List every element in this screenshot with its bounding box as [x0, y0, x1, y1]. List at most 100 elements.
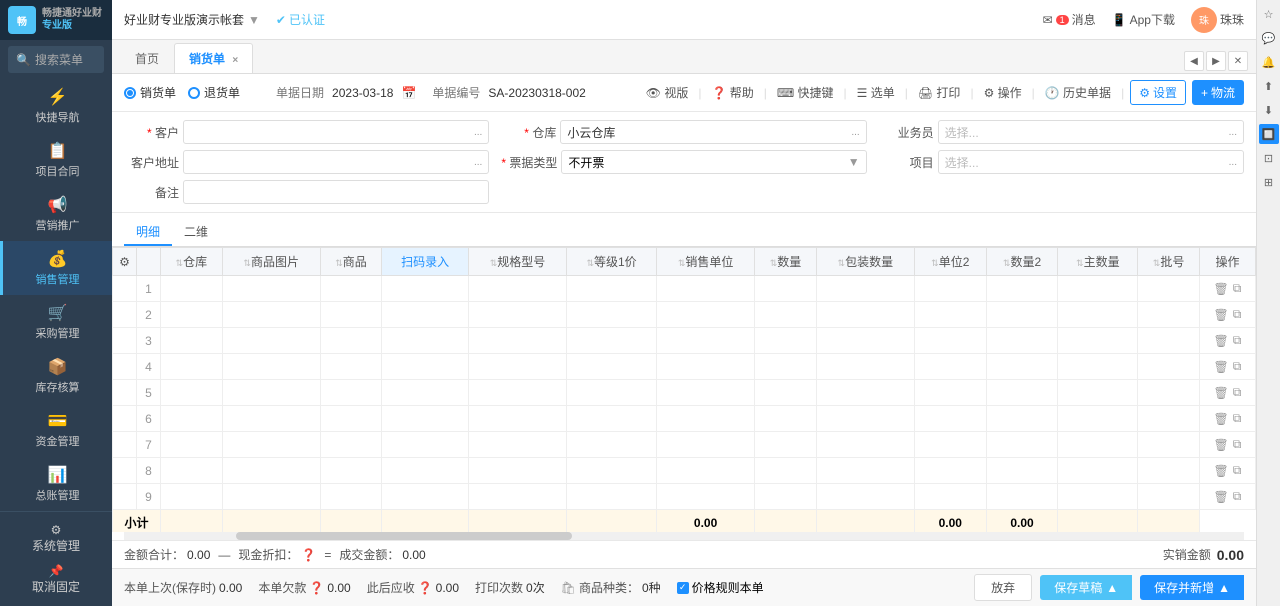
th-settings[interactable]: ⚙	[113, 248, 137, 276]
row-main-qty[interactable]	[1058, 484, 1138, 510]
customer-addr-dots-icon[interactable]: ...	[474, 157, 482, 168]
tab-close-all-button[interactable]: ✕	[1228, 51, 1248, 71]
row-main-qty[interactable]	[1058, 354, 1138, 380]
row-batch[interactable]	[1138, 432, 1200, 458]
tab-sales-order[interactable]: 销货单 ×	[174, 43, 253, 73]
row-product[interactable]	[320, 328, 382, 354]
right-panel-btn-6[interactable]: 🔲	[1259, 124, 1279, 144]
row-copy-icon[interactable]: ⧉	[1233, 359, 1242, 374]
row-batch[interactable]	[1138, 458, 1200, 484]
sidebar-item-projects[interactable]: 📋 项目合同	[0, 133, 112, 187]
row-batch-input[interactable]	[382, 406, 469, 432]
row-qty[interactable]	[755, 406, 817, 432]
row-warehouse[interactable]	[161, 354, 223, 380]
row-qty2[interactable]	[986, 328, 1058, 354]
row-batch-input[interactable]	[382, 432, 469, 458]
row-qty[interactable]	[755, 458, 817, 484]
row-batch-input[interactable]	[382, 484, 469, 510]
row-qty[interactable]	[755, 432, 817, 458]
row-product[interactable]	[320, 458, 382, 484]
row-pack-qty[interactable]	[816, 276, 914, 302]
row-qty2[interactable]	[986, 458, 1058, 484]
row-warehouse[interactable]	[161, 380, 223, 406]
row-copy-icon[interactable]: ⧉	[1233, 307, 1242, 322]
row-product[interactable]	[320, 380, 382, 406]
row-warehouse[interactable]	[161, 484, 223, 510]
row-unit2[interactable]	[914, 276, 986, 302]
row-product[interactable]	[320, 276, 382, 302]
company-selector[interactable]: 好业财专业版演示帐套 ▼	[124, 11, 260, 28]
row-qty[interactable]	[755, 484, 817, 510]
row-qty2[interactable]	[986, 432, 1058, 458]
invoice-select[interactable]: 不开票 ▼	[561, 150, 866, 174]
row-qty2[interactable]	[986, 380, 1058, 406]
toolbar-help-button[interactable]: ❓ 帮助	[707, 82, 757, 103]
row-pack-qty[interactable]	[816, 458, 914, 484]
row-delete-icon[interactable]: 🗑	[1214, 490, 1229, 504]
row-grade-price[interactable]	[567, 302, 657, 328]
row-product[interactable]	[320, 484, 382, 510]
add-logistics-button[interactable]: + 物流	[1192, 80, 1244, 105]
toolbar-shortcut-button[interactable]: ⌨ 快捷键	[773, 82, 838, 103]
row-main-qty[interactable]	[1058, 302, 1138, 328]
row-qty[interactable]	[755, 328, 817, 354]
row-grade-price[interactable]	[567, 484, 657, 510]
row-pack-qty[interactable]	[816, 354, 914, 380]
toolbar-select-button[interactable]: ☰ 选单	[853, 82, 899, 103]
row-spec[interactable]	[468, 276, 566, 302]
row-main-qty[interactable]	[1058, 432, 1138, 458]
row-warehouse[interactable]	[161, 302, 223, 328]
sidebar-item-marketing[interactable]: 📢 营销推广	[0, 187, 112, 241]
row-qty[interactable]	[755, 302, 817, 328]
right-panel-btn-5[interactable]: ⬇	[1259, 100, 1279, 120]
row-spec[interactable]	[468, 484, 566, 510]
price-policy-checkbox[interactable]: ✓	[677, 582, 689, 594]
sidebar-item-inventory[interactable]: 📦 库存核算	[0, 349, 112, 403]
customer-dots-icon[interactable]: ...	[474, 127, 482, 138]
info-icon[interactable]: ❓	[301, 548, 316, 562]
row-unit2[interactable]	[914, 432, 986, 458]
app-download-button[interactable]: 📱 App下载	[1112, 11, 1175, 28]
row-sale-unit[interactable]	[657, 484, 755, 510]
row-main-qty[interactable]	[1058, 406, 1138, 432]
radio-return-order[interactable]: 退货单	[188, 84, 240, 101]
horizontal-scrollbar[interactable]	[124, 532, 1244, 540]
row-grade-price[interactable]	[567, 328, 657, 354]
row-pack-qty[interactable]	[816, 432, 914, 458]
right-panel-btn-3[interactable]: 🔔	[1259, 52, 1279, 72]
row-sale-unit[interactable]	[657, 276, 755, 302]
row-delete-icon[interactable]: 🗑	[1214, 386, 1229, 400]
toolbar-view-button[interactable]: 👁 视版	[642, 82, 693, 103]
row-warehouse[interactable]	[161, 458, 223, 484]
right-panel-btn-4[interactable]: ⬆	[1259, 76, 1279, 96]
sidebar-item-unpin[interactable]: 📌 取消固定	[4, 559, 108, 600]
row-sale-unit[interactable]	[657, 406, 755, 432]
row-batch-input[interactable]	[382, 328, 469, 354]
row-qty2[interactable]	[986, 302, 1058, 328]
row-warehouse[interactable]	[161, 432, 223, 458]
row-spec[interactable]	[468, 354, 566, 380]
row-copy-icon[interactable]: ⧉	[1233, 437, 1242, 452]
row-batch[interactable]	[1138, 484, 1200, 510]
discard-button[interactable]: 放弃	[974, 574, 1032, 601]
row-copy-icon[interactable]: ⧉	[1233, 385, 1242, 400]
warehouse-input[interactable]: 小云仓库 ...	[560, 120, 866, 144]
row-sale-unit[interactable]	[657, 458, 755, 484]
row-batch[interactable]	[1138, 276, 1200, 302]
row-product[interactable]	[320, 302, 382, 328]
row-delete-icon[interactable]: 🗑	[1214, 464, 1229, 478]
row-pack-qty[interactable]	[816, 484, 914, 510]
row-main-qty[interactable]	[1058, 276, 1138, 302]
tab-prev-button[interactable]: ◀	[1184, 51, 1204, 71]
right-panel-btn-7[interactable]: ⊡	[1259, 148, 1279, 168]
warehouse-dots-icon[interactable]: ...	[851, 127, 859, 138]
row-sale-unit[interactable]	[657, 302, 755, 328]
row-unit2[interactable]	[914, 458, 986, 484]
row-unit2[interactable]	[914, 302, 986, 328]
row-copy-icon[interactable]: ⧉	[1233, 463, 1242, 478]
row-spec[interactable]	[468, 302, 566, 328]
radio-sale-order[interactable]: 销货单	[124, 84, 176, 101]
row-batch[interactable]	[1138, 380, 1200, 406]
row-batch[interactable]	[1138, 406, 1200, 432]
row-spec[interactable]	[468, 406, 566, 432]
